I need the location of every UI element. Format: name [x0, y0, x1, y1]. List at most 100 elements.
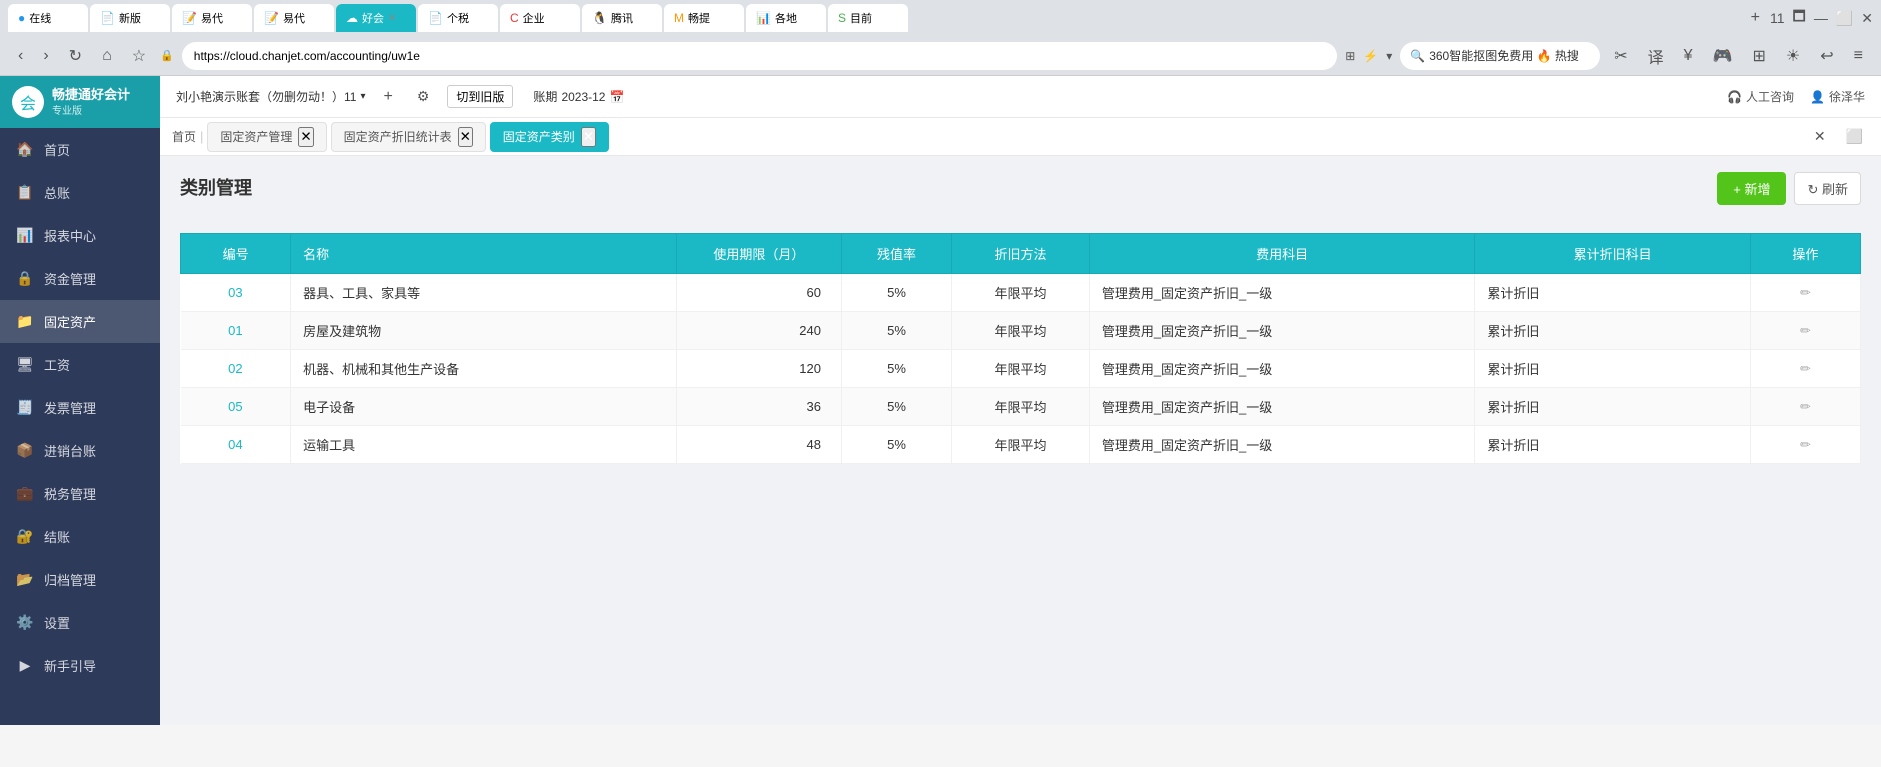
browser-tab-close[interactable]: ✕	[388, 13, 396, 24]
sidebar-item-fund[interactable]: 🔒 资金管理	[0, 257, 160, 300]
avatar-icon: 👤	[1810, 90, 1825, 104]
cell-action[interactable]: ✏	[1750, 274, 1860, 312]
translate-btn[interactable]: 译	[1642, 40, 1670, 72]
browser-tab-changjun[interactable]: M 畅提	[664, 4, 744, 32]
cell-name: 运输工具	[291, 426, 677, 464]
browser-tab-tencent[interactable]: 🐧 腾讯	[582, 4, 662, 32]
period-info: 账期 2023-12 📅	[533, 88, 624, 105]
address-bar-row: ‹ › ↻ ⌂ ☆ 🔒 ⊞ ⚡ ▾ 🔍 360智能抠图免费用 🔥 热搜 ✂ 译 …	[0, 36, 1881, 76]
app-header: 刘小艳演示账套（勿删勿动！）11 ▾ + ⚙ 切到旧版 账期 2023-12 📅…	[160, 76, 1881, 118]
browser-tab-qiye[interactable]: C 企业	[500, 4, 580, 32]
sidebar-item-tax[interactable]: 💼 税务管理	[0, 472, 160, 515]
page-tab-asset-category[interactable]: 固定资产类别 ✕	[490, 122, 609, 152]
sidebar-item-ledger[interactable]: 📋 总账	[0, 171, 160, 214]
browser-tab-yidai1[interactable]: 📝 易代	[172, 4, 252, 32]
toolbar: + 新增 ↻ 刷新	[1717, 172, 1861, 205]
page-tab-bar: 首页 | 固定资产管理 ✕ 固定资产折旧统计表 ✕ 固定资产类别 ✕ ✕ ⬜	[160, 118, 1881, 156]
add-btn[interactable]: + 新增	[1717, 172, 1786, 205]
reload-btn[interactable]: ↻	[63, 42, 88, 70]
sidebar-item-guide[interactable]: ▶ 新手引导	[0, 644, 160, 687]
table-row: 05 电子设备 36 5% 年限平均 管理费用_固定资产折旧_一级 累计折旧 ✏	[181, 388, 1861, 426]
edit-icon[interactable]: ✏	[1800, 323, 1811, 338]
browser-tab-online[interactable]: ● 在线	[8, 4, 88, 32]
invoice-icon: 🧾	[16, 399, 34, 416]
fund-icon: 🔒	[16, 270, 34, 287]
edit-icon[interactable]: ✏	[1800, 361, 1811, 376]
close-tab-asset-category[interactable]: ✕	[581, 127, 596, 147]
edit-icon[interactable]: ✏	[1800, 399, 1811, 414]
page-title: 类别管理	[180, 174, 252, 200]
cell-action[interactable]: ✏	[1750, 388, 1860, 426]
sidebar-item-purchase[interactable]: 📦 进销台账	[0, 429, 160, 472]
close-tab-depreciation-stat[interactable]: ✕	[458, 127, 473, 147]
sidebar-item-report[interactable]: 📊 报表中心	[0, 214, 160, 257]
cell-action[interactable]: ✏	[1750, 312, 1860, 350]
archive-icon: 📂	[16, 571, 34, 588]
guide-icon: ▶	[16, 657, 34, 674]
salary-icon: 🖥	[16, 356, 34, 373]
home-btn[interactable]: ⌂	[96, 43, 118, 69]
tax-icon: 💼	[16, 485, 34, 502]
sidebar-item-settings[interactable]: ⚙️ 设置	[0, 601, 160, 644]
undo-btn[interactable]: ↩	[1814, 42, 1839, 70]
expand-pane-btn[interactable]: ⬜	[1840, 124, 1869, 149]
cell-accumulated: 累计折旧	[1475, 274, 1750, 312]
close-tab-fixed-assets-mgmt[interactable]: ✕	[298, 127, 313, 147]
sidebar-item-invoice[interactable]: 🧾 发票管理	[0, 386, 160, 429]
calendar-icon[interactable]: 📅	[609, 90, 624, 104]
breadcrumb-home[interactable]: 首页	[172, 128, 196, 145]
brightness-btn[interactable]: ☀	[1780, 42, 1806, 70]
edit-icon[interactable]: ✏	[1800, 437, 1811, 452]
window-controls: 11 🗖 — ⬜ ✕	[1770, 6, 1873, 30]
sidebar: 会 畅捷通好会计 专业版 🏠 首页 📋 总账 📊 报表中心 🔒 资金管理 📁 固…	[0, 76, 160, 725]
currency-btn[interactable]: ¥	[1678, 43, 1699, 69]
sidebar-item-archive[interactable]: 📂 归档管理	[0, 558, 160, 601]
cell-period: 120	[676, 350, 841, 388]
new-tab-btn[interactable]: +	[1745, 5, 1766, 31]
cell-method: 年限平均	[952, 388, 1090, 426]
edit-icon[interactable]: ✏	[1800, 285, 1811, 300]
browser-tab-yidai2[interactable]: 📝 易代	[254, 4, 334, 32]
bookmark-btn[interactable]: ☆	[126, 42, 152, 70]
user-avatar-btn[interactable]: 👤 徐泽华	[1810, 88, 1865, 105]
search-box[interactable]: 🔍 360智能抠图免费用 🔥 热搜	[1400, 42, 1600, 70]
page-tab-fixed-assets-mgmt[interactable]: 固定资产管理 ✕	[207, 122, 326, 152]
col-header-period: 使用期限（月）	[676, 234, 841, 274]
browser-tab-haokuai[interactable]: ☁ 好会 ✕	[336, 4, 416, 32]
back-btn[interactable]: ‹	[12, 43, 29, 69]
period-value: 2023-12	[561, 90, 605, 104]
sidebar-item-home[interactable]: 🏠 首页	[0, 128, 160, 171]
browser-tab-gedi[interactable]: 📊 各地	[746, 4, 826, 32]
menu-btn[interactable]: ≡	[1848, 43, 1869, 69]
settings-account-btn[interactable]: ⚙	[411, 84, 436, 109]
refresh-btn[interactable]: ↻ 刷新	[1794, 172, 1861, 205]
cell-action[interactable]: ✏	[1750, 350, 1860, 388]
page-tab-depreciation-stat[interactable]: 固定资产折旧统计表 ✕	[331, 122, 486, 152]
home-icon: 🏠	[16, 141, 34, 158]
report-icon: 📊	[16, 227, 34, 244]
grid-btn[interactable]: ⊞	[1747, 42, 1772, 70]
address-input[interactable]	[182, 42, 1337, 70]
sidebar-item-settle[interactable]: 🔐 结账	[0, 515, 160, 558]
scissors-btn[interactable]: ✂	[1608, 42, 1633, 70]
browser-tab-muqian[interactable]: S 目前	[828, 4, 908, 32]
browser-tab-geshui[interactable]: 📄 个税	[418, 4, 498, 32]
forward-btn[interactable]: ›	[37, 43, 54, 69]
header-right: 🎧 人工咨询 👤 徐泽华	[1727, 88, 1865, 105]
cell-accumulated: 累计折旧	[1475, 388, 1750, 426]
sidebar-item-fixed-assets[interactable]: 📁 固定资产	[0, 300, 160, 343]
cell-accumulated: 累计折旧	[1475, 426, 1750, 464]
game-btn[interactable]: 🎮	[1707, 42, 1739, 70]
cell-rate: 5%	[841, 312, 951, 350]
add-account-btn[interactable]: +	[378, 86, 399, 108]
switch-version-btn[interactable]: 切到旧版	[447, 85, 513, 108]
table-body: 03 器具、工具、家具等 60 5% 年限平均 管理费用_固定资产折旧_一级 累…	[181, 274, 1861, 464]
cell-action[interactable]: ✏	[1750, 426, 1860, 464]
sidebar-item-salary[interactable]: 🖥 工资	[0, 343, 160, 386]
cell-method: 年限平均	[952, 312, 1090, 350]
cell-period: 48	[676, 426, 841, 464]
close-pane-btn[interactable]: ✕	[1808, 124, 1832, 149]
col-header-accumulated: 累计折旧科目	[1475, 234, 1750, 274]
consult-btn[interactable]: 🎧 人工咨询	[1727, 88, 1794, 105]
browser-tab-new[interactable]: 📄 新版	[90, 4, 170, 32]
